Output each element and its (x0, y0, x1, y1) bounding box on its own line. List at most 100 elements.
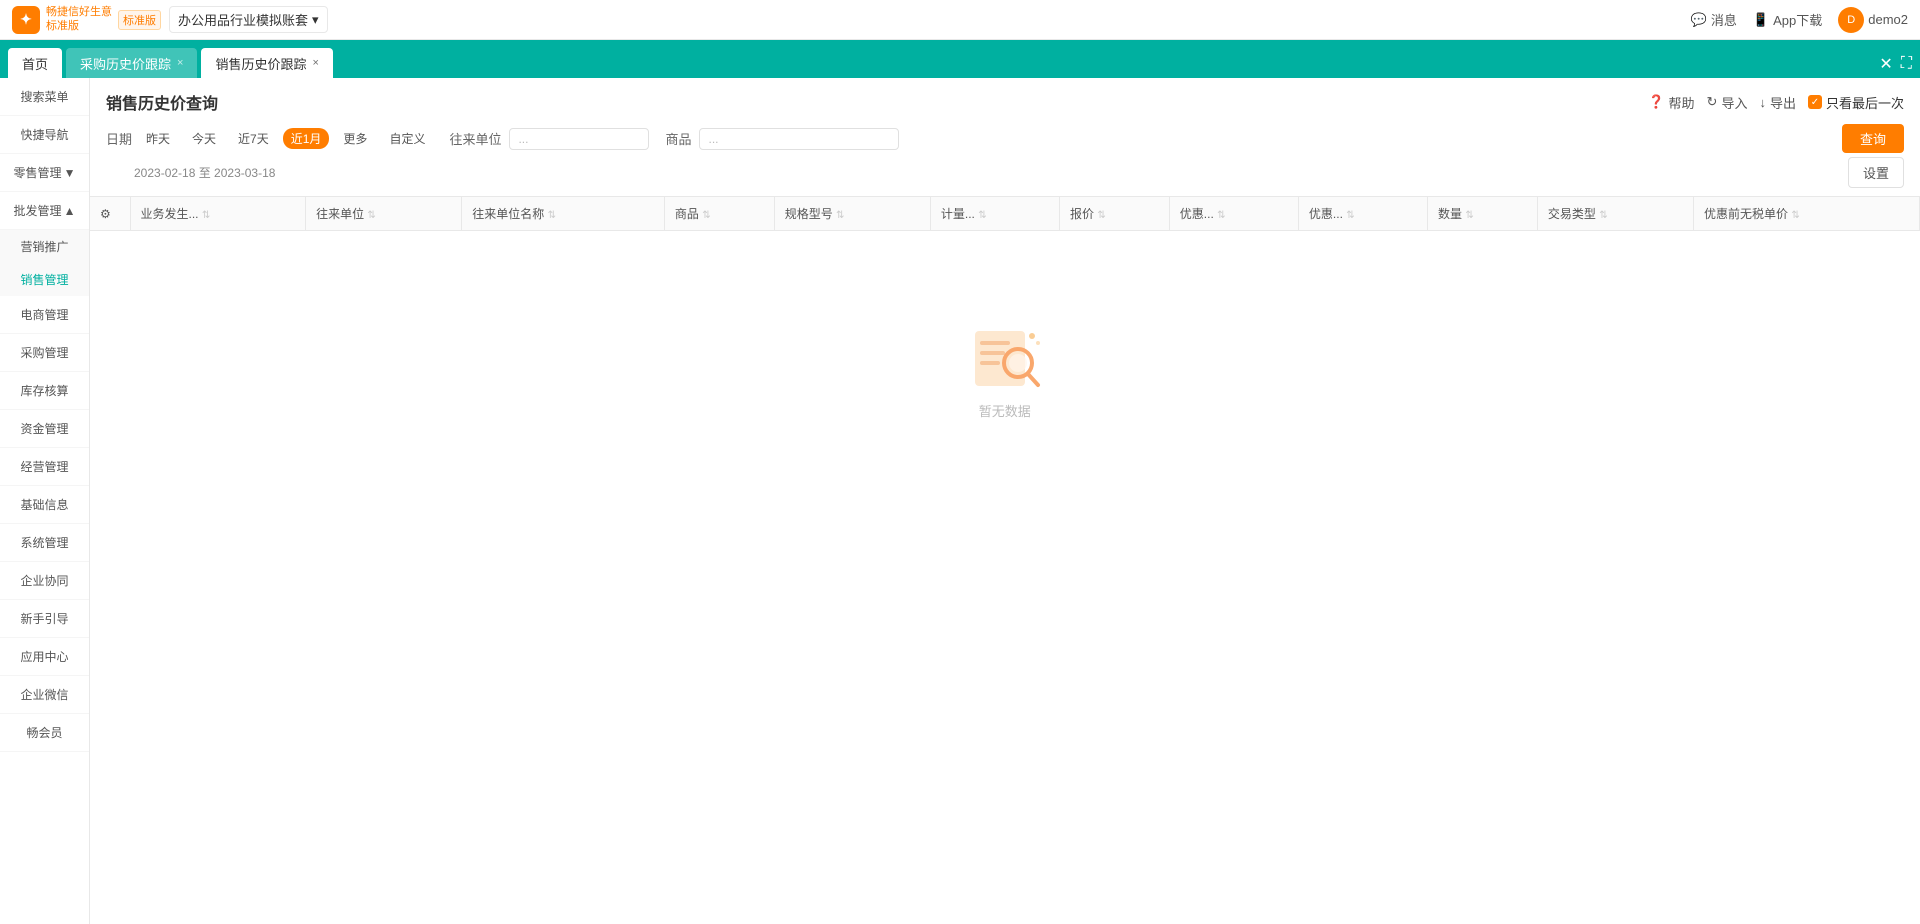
app-selector[interactable]: 办公用品行业模拟账套 ▾ (169, 6, 328, 33)
sidebar-item-apps[interactable]: 应用中心 (0, 638, 89, 676)
app-download-action[interactable]: 📱 App下载 (1753, 10, 1822, 29)
sidebar-item-enterprise[interactable]: 企业协同 (0, 562, 89, 600)
tab-close-purchase[interactable]: × (177, 57, 183, 69)
sort-icon[interactable]: ⇅ (702, 210, 710, 221)
import-icon: ↻ (1707, 94, 1718, 110)
col-counterpart-code: 往来单位 ⇅ (306, 197, 462, 231)
tab-bar-actions: ✕ ⛶ (1871, 54, 1920, 78)
sidebar-item-membership[interactable]: 畅会员 (0, 714, 89, 752)
sort-icon[interactable]: ⇅ (1097, 210, 1105, 221)
sidebar-item-quicknav[interactable]: 快捷导航 (0, 116, 89, 154)
tab-fullscreen-button[interactable]: ⛶ (1901, 55, 1912, 73)
sidebar-item-ecommerce[interactable]: 电商管理 (0, 296, 89, 334)
date-filter-group: 日期 昨天 今天 近7天 近1月 更多 自定义 (106, 128, 433, 149)
sidebar-item-wholesale[interactable]: 批发管理 ▲ (0, 192, 89, 230)
empty-row: 暂无数据 (90, 231, 1920, 501)
import-button[interactable]: ↻ 导入 (1707, 93, 1748, 112)
sort-icon[interactable]: ⇅ (1599, 210, 1607, 221)
sidebar-item-finance[interactable]: 资金管理 (0, 410, 89, 448)
download-icon: 📱 (1753, 12, 1769, 28)
tab-sales-history[interactable]: 销售历史价跟踪 × (201, 48, 332, 78)
label-tag: 标准版 (118, 10, 161, 30)
counterpart-input[interactable]: ... (509, 128, 649, 150)
col-date: 业务发生... ⇅ (130, 197, 306, 231)
col-spec: 规格型号 ⇅ (774, 197, 930, 231)
settings-button[interactable]: 设置 (1848, 157, 1904, 188)
col-product: 商品 ⇅ (664, 197, 774, 231)
table-container: ⚙ 业务发生... ⇅ 往来单位 ⇅ 往来单位名称 ⇅ (90, 197, 1920, 924)
top-bar-left: ✦ 畅捷信好生意 标准版 标准版 办公用品行业模拟账套 ▾ (12, 6, 328, 34)
page-header: 销售历史价查询 ❓ 帮助 ↻ 导入 ↓ 导出 ✓ (90, 78, 1920, 197)
sidebar-item-search[interactable]: 搜索菜单 (0, 78, 89, 116)
col-counterpart-name: 往来单位名称 ⇅ (462, 197, 665, 231)
tab-home[interactable]: 首页 (8, 48, 62, 78)
sort-icon[interactable]: ⇅ (1791, 210, 1799, 221)
message-action[interactable]: 💬 消息 (1691, 10, 1737, 29)
sidebar-sub-item-marketing[interactable]: 营销推广 (0, 230, 89, 263)
sort-icon[interactable]: ⇅ (1465, 210, 1473, 221)
content-area: 销售历史价查询 ❓ 帮助 ↻ 导入 ↓ 导出 ✓ (90, 78, 1920, 924)
sidebar-item-operations[interactable]: 经营管理 (0, 448, 89, 486)
main-layout: 搜索菜单 快捷导航 零售管理 ▼ 批发管理 ▲ 营销推广 销售管理 电商管理 采… (0, 78, 1920, 924)
table-header-row: ⚙ 业务发生... ⇅ 往来单位 ⇅ 往来单位名称 ⇅ (90, 197, 1920, 231)
user-menu[interactable]: D demo2 (1838, 7, 1908, 33)
message-icon: 💬 (1691, 12, 1707, 28)
sort-icon[interactable]: ⇅ (367, 210, 375, 221)
page-title: 销售历史价查询 (106, 90, 218, 114)
avatar: D (1838, 7, 1864, 33)
sort-icon[interactable]: ⇅ (978, 210, 986, 221)
date-btn-today[interactable]: 今天 (184, 128, 224, 149)
data-table: ⚙ 业务发生... ⇅ 往来单位 ⇅ 往来单位名称 ⇅ (90, 197, 1920, 500)
date-btn-custom[interactable]: 自定义 (381, 128, 433, 149)
empty-illustration (960, 311, 1050, 401)
sort-icon[interactable]: ⇅ (202, 210, 210, 221)
sort-icon[interactable]: ⇅ (1346, 210, 1354, 221)
sidebar-item-guide[interactable]: 新手引导 (0, 600, 89, 638)
sort-icon[interactable]: ⇅ (1217, 210, 1225, 221)
sidebar-item-inventory[interactable]: 库存核算 (0, 372, 89, 410)
help-button[interactable]: ❓ 帮助 (1648, 93, 1694, 112)
only-last-checkbox[interactable]: ✓ (1808, 95, 1822, 109)
sidebar-sub-wholesale: 营销推广 销售管理 (0, 230, 89, 296)
sidebar-item-retail[interactable]: 零售管理 ▼ (0, 154, 89, 192)
col-price: 报价 ⇅ (1060, 197, 1170, 231)
tab-purchase-history[interactable]: 采购历史价跟踪 × (66, 48, 197, 78)
table-body: 暂无数据 (90, 231, 1920, 501)
product-input[interactable]: ... (699, 128, 899, 150)
date-filter-label: 日期 (106, 129, 132, 148)
date-range-row: 2023-02-18 至 2023-03-18 设置 (106, 153, 1904, 188)
chevron-down-icon: ▾ (312, 12, 319, 28)
sidebar-item-system[interactable]: 系统管理 (0, 524, 89, 562)
date-btn-1month[interactable]: 近1月 (283, 128, 330, 149)
col-trade-type: 交易类型 ⇅ (1537, 197, 1693, 231)
sort-icon[interactable]: ⇅ (548, 210, 556, 221)
col-settings[interactable]: ⚙ (90, 197, 130, 231)
chevron-up-icon: ▲ (64, 204, 76, 218)
tab-minimize-button[interactable]: ✕ (1879, 54, 1892, 74)
only-last-checkbox-group[interactable]: ✓ 只看最后一次 (1808, 93, 1904, 112)
sidebar-item-basic-info[interactable]: 基础信息 (0, 486, 89, 524)
counterpart-label: 往来单位 (449, 129, 501, 148)
table-header: ⚙ 业务发生... ⇅ 往来单位 ⇅ 往来单位名称 ⇅ (90, 197, 1920, 231)
page-actions: ❓ 帮助 ↻ 导入 ↓ 导出 ✓ 只看最后一次 (1648, 93, 1904, 112)
date-btn-7days[interactable]: 近7天 (230, 128, 277, 149)
product-label: 商品 (665, 129, 691, 148)
page-title-row: 销售历史价查询 ❓ 帮助 ↻ 导入 ↓ 导出 ✓ (106, 90, 1904, 114)
date-btn-more[interactable]: 更多 (335, 128, 375, 149)
tab-close-sales[interactable]: × (312, 57, 318, 69)
date-btn-yesterday[interactable]: 昨天 (138, 128, 178, 149)
sidebar-sub-item-sales[interactable]: 销售管理 (0, 263, 89, 296)
date-range-text: 2023-02-18 至 2023-03-18 (134, 164, 275, 181)
sort-icon[interactable]: ⇅ (836, 210, 844, 221)
sidebar-item-purchase[interactable]: 采购管理 (0, 334, 89, 372)
logo-text: 畅捷信好生意 标准版 (46, 6, 112, 32)
sidebar-item-wechat[interactable]: 企业微信 (0, 676, 89, 714)
col-unit: 计量... ⇅ (930, 197, 1059, 231)
query-button[interactable]: 查询 (1842, 124, 1904, 153)
export-button[interactable]: ↓ 导出 (1759, 93, 1796, 112)
button-group: 查询 (1842, 124, 1904, 153)
col-pretax-price: 优惠前无税单价 ⇅ (1694, 197, 1920, 231)
col-quantity: 数量 ⇅ (1428, 197, 1538, 231)
tab-bar: 首页 采购历史价跟踪 × 销售历史价跟踪 × ✕ ⛶ (0, 40, 1920, 78)
product-filter-group: 商品 ... (665, 128, 899, 150)
